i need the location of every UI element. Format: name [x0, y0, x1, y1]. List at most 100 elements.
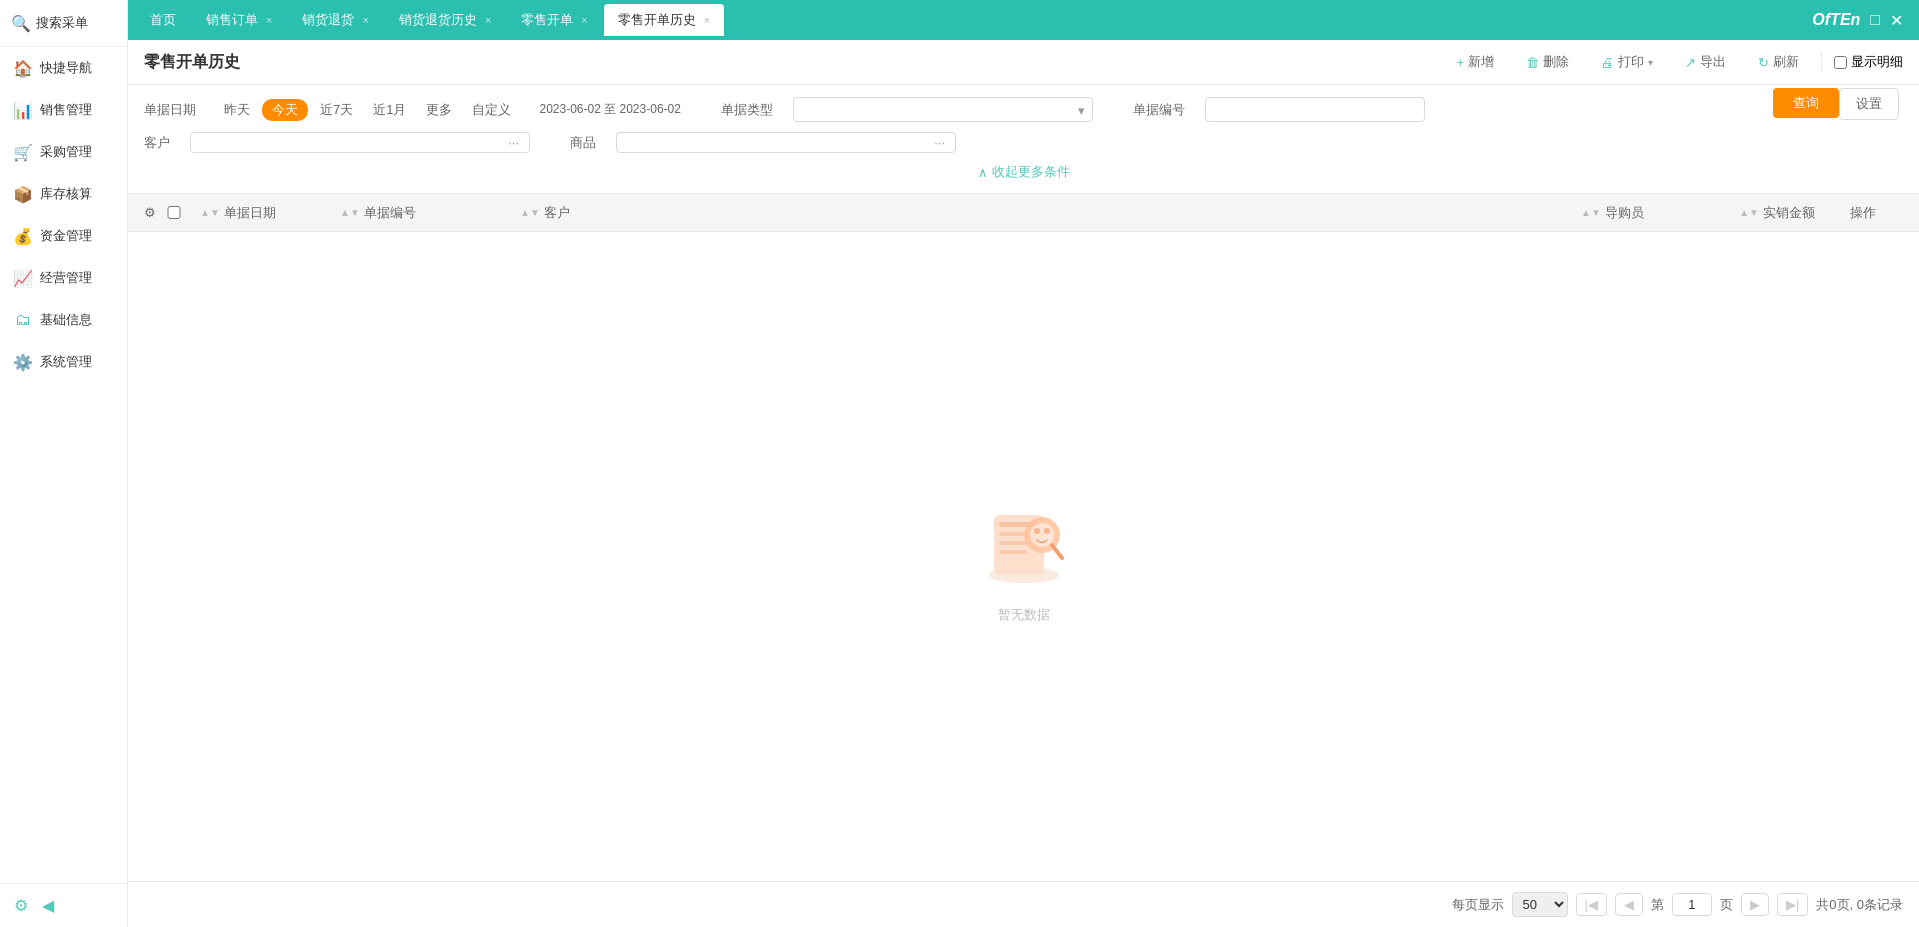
per-page-select[interactable]: 50 100 200 [1512, 892, 1568, 917]
col-guide-sort-icon: ▲▼ [1581, 208, 1601, 218]
add-button[interactable]: + 新增 [1446, 48, 1504, 76]
table-select-all-checkbox[interactable] [164, 206, 184, 219]
display-detail-toggle[interactable]: 显示明细 [1834, 53, 1903, 71]
empty-state: 暂无数据 [128, 232, 1919, 881]
page-label: 第 [1651, 896, 1664, 914]
sidebar-item-sales-mgmt[interactable]: 📊 销售管理 [0, 89, 127, 131]
svg-line-8 [1052, 545, 1062, 558]
sidebar-item-inventory[interactable]: 📦 库存核算 [0, 173, 127, 215]
col-header-amount[interactable]: ▲▼ 实销金额 [1693, 204, 1823, 222]
no-filter-input[interactable] [1205, 97, 1425, 122]
add-icon: + [1456, 55, 1464, 70]
sidebar-item-quick-nav[interactable]: 🏠 快捷导航 [0, 47, 127, 89]
sidebar-item-label: 基础信息 [40, 311, 92, 329]
tab-sales-return-history[interactable]: 销货退货历史 × [385, 4, 505, 36]
main-content: 首页 销售订单 × 销货退货 × 销货退货历史 × 零售开单 × 零售开单历史 … [128, 0, 1919, 927]
type-filter-label: 单据类型 [721, 101, 773, 119]
sidebar-item-label: 库存核算 [40, 185, 92, 203]
page-suffix: 页 [1720, 896, 1733, 914]
filter-row-customer: 客户 ··· 商品 ··· [144, 132, 1903, 153]
tab-sales-order-label: 销售订单 [206, 11, 258, 29]
sidebar-item-purchase-mgmt[interactable]: 🛒 采购管理 [0, 131, 127, 173]
col-header-customer[interactable]: ▲▼ 客户 [512, 204, 1573, 222]
export-button[interactable]: ↗ 导出 [1675, 48, 1736, 76]
tab-retail-open-close[interactable]: × [581, 14, 587, 26]
next-page-btn[interactable]: ▶ [1741, 893, 1769, 916]
customer-filter-input[interactable] [197, 135, 504, 150]
customer-filter-input-wrap[interactable]: ··· [190, 132, 530, 153]
date-btn-yesterday[interactable]: 昨天 [216, 99, 258, 121]
refresh-button[interactable]: ↻ 刷新 [1748, 48, 1809, 76]
refresh-icon: ↻ [1758, 55, 1769, 70]
tab-home[interactable]: 首页 [136, 4, 190, 36]
goods-filter-input[interactable] [623, 135, 930, 150]
customer-ellipsis[interactable]: ··· [504, 135, 523, 150]
sidebar: 🔍 搜索采单 🏠 快捷导航 📊 销售管理 🛒 采购管理 📦 库存核算 💰 资金管… [0, 0, 128, 927]
sidebar-item-label: 经营管理 [40, 269, 92, 287]
collapse-filter-btn[interactable]: ∧ 收起更多条件 [144, 163, 1903, 181]
sidebar-item-sys-mgmt[interactable]: ⚙️ 系统管理 [0, 341, 127, 383]
sidebar-bottom: ⚙ ◀ [0, 883, 127, 927]
collapse-sidebar-icon[interactable]: ◀ [42, 896, 54, 915]
sidebar-item-base-info[interactable]: 🗂 基础信息 [0, 299, 127, 341]
box-icon: 📦 [14, 185, 32, 203]
sidebar-search[interactable]: 🔍 搜索采单 [0, 0, 127, 47]
col-no-label: 单据编号 [364, 204, 416, 222]
svg-point-9 [1034, 528, 1040, 534]
tab-retail-open-history-close[interactable]: × [704, 14, 710, 26]
last-page-btn[interactable]: ▶| [1777, 893, 1808, 916]
tab-sales-return-close[interactable]: × [362, 14, 368, 26]
query-button[interactable]: 查询 [1773, 88, 1839, 118]
date-btn-more[interactable]: 更多 [418, 99, 460, 121]
close-window-icon[interactable]: ✕ [1890, 11, 1903, 30]
type-filter-select[interactable] [793, 97, 1093, 122]
tab-retail-open[interactable]: 零售开单 × [507, 4, 601, 36]
date-btn-today[interactable]: 今天 [262, 99, 308, 121]
print-icon: 🖨 [1601, 55, 1614, 70]
goods-filter-input-wrap[interactable]: ··· [616, 132, 956, 153]
svg-rect-5 [999, 550, 1027, 554]
delete-button[interactable]: 🗑 删除 [1516, 48, 1579, 76]
tab-sales-return-label: 销货退货 [302, 11, 354, 29]
table-area: ⚙ ▲▼ 单据日期 ▲▼ 单据编号 ▲▼ 客户 ▲▼ 导购员 ▲▼ 实销金额 [128, 194, 1919, 927]
tab-sales-order-close[interactable]: × [266, 14, 272, 26]
col-header-guide[interactable]: ▲▼ 导购员 [1573, 204, 1693, 222]
type-filter-select-wrap [793, 97, 1093, 122]
add-label: 新增 [1468, 53, 1494, 71]
col-no-sort-icon: ▲▼ [340, 208, 360, 218]
col-guide-label: 导购员 [1605, 204, 1644, 222]
table-settings-icon[interactable]: ⚙ [144, 205, 156, 220]
col-header-no[interactable]: ▲▼ 单据编号 [332, 204, 512, 222]
page-input[interactable] [1672, 893, 1712, 916]
prev-page-btn[interactable]: ◀ [1615, 893, 1643, 916]
print-button[interactable]: 🖨 打印 ▾ [1591, 48, 1663, 76]
goods-ellipsis[interactable]: ··· [930, 135, 949, 150]
table-header: ⚙ ▲▼ 单据日期 ▲▼ 单据编号 ▲▼ 客户 ▲▼ 导购员 ▲▼ 实销金额 [128, 194, 1919, 232]
tab-sales-return[interactable]: 销货退货 × [288, 4, 382, 36]
date-btn-1month[interactable]: 近1月 [365, 99, 414, 121]
date-btn-custom[interactable]: 自定义 [464, 99, 519, 121]
col-date-sort-icon: ▲▼ [200, 208, 220, 218]
chart-icon: 📊 [14, 101, 32, 119]
setting-button[interactable]: 设置 [1839, 88, 1899, 120]
tab-sales-return-history-close[interactable]: × [485, 14, 491, 26]
tab-retail-open-history[interactable]: 零售开单历史 × [604, 4, 724, 36]
tab-sales-order[interactable]: 销售订单 × [192, 4, 286, 36]
tabs-right: OfTEn □ ✕ [1812, 11, 1911, 30]
restore-window-icon[interactable]: □ [1870, 11, 1880, 29]
sidebar-item-finance[interactable]: 💰 资金管理 [0, 215, 127, 257]
info-icon: 🗂 [14, 311, 32, 329]
display-detail-checkbox[interactable] [1834, 56, 1847, 69]
collapse-filter-label: 收起更多条件 [992, 163, 1070, 181]
date-btn-7days[interactable]: 近7天 [312, 99, 361, 121]
first-page-btn[interactable]: |◀ [1576, 893, 1607, 916]
settings-bottom-icon[interactable]: ⚙ [14, 896, 28, 915]
empty-text: 暂无数据 [998, 606, 1050, 624]
toolbar: 零售开单历史 + 新增 🗑 删除 🖨 打印 ▾ ↗ 导出 ↻ 刷新 显示明细 [128, 40, 1919, 85]
col-header-date[interactable]: ▲▼ 单据日期 [192, 204, 332, 222]
settings-icon: ⚙️ [14, 353, 32, 371]
ops-icon: 📈 [14, 269, 32, 287]
sidebar-item-operations[interactable]: 📈 经营管理 [0, 257, 127, 299]
toolbar-divider [1821, 53, 1822, 71]
home-icon: 🏠 [14, 59, 32, 77]
